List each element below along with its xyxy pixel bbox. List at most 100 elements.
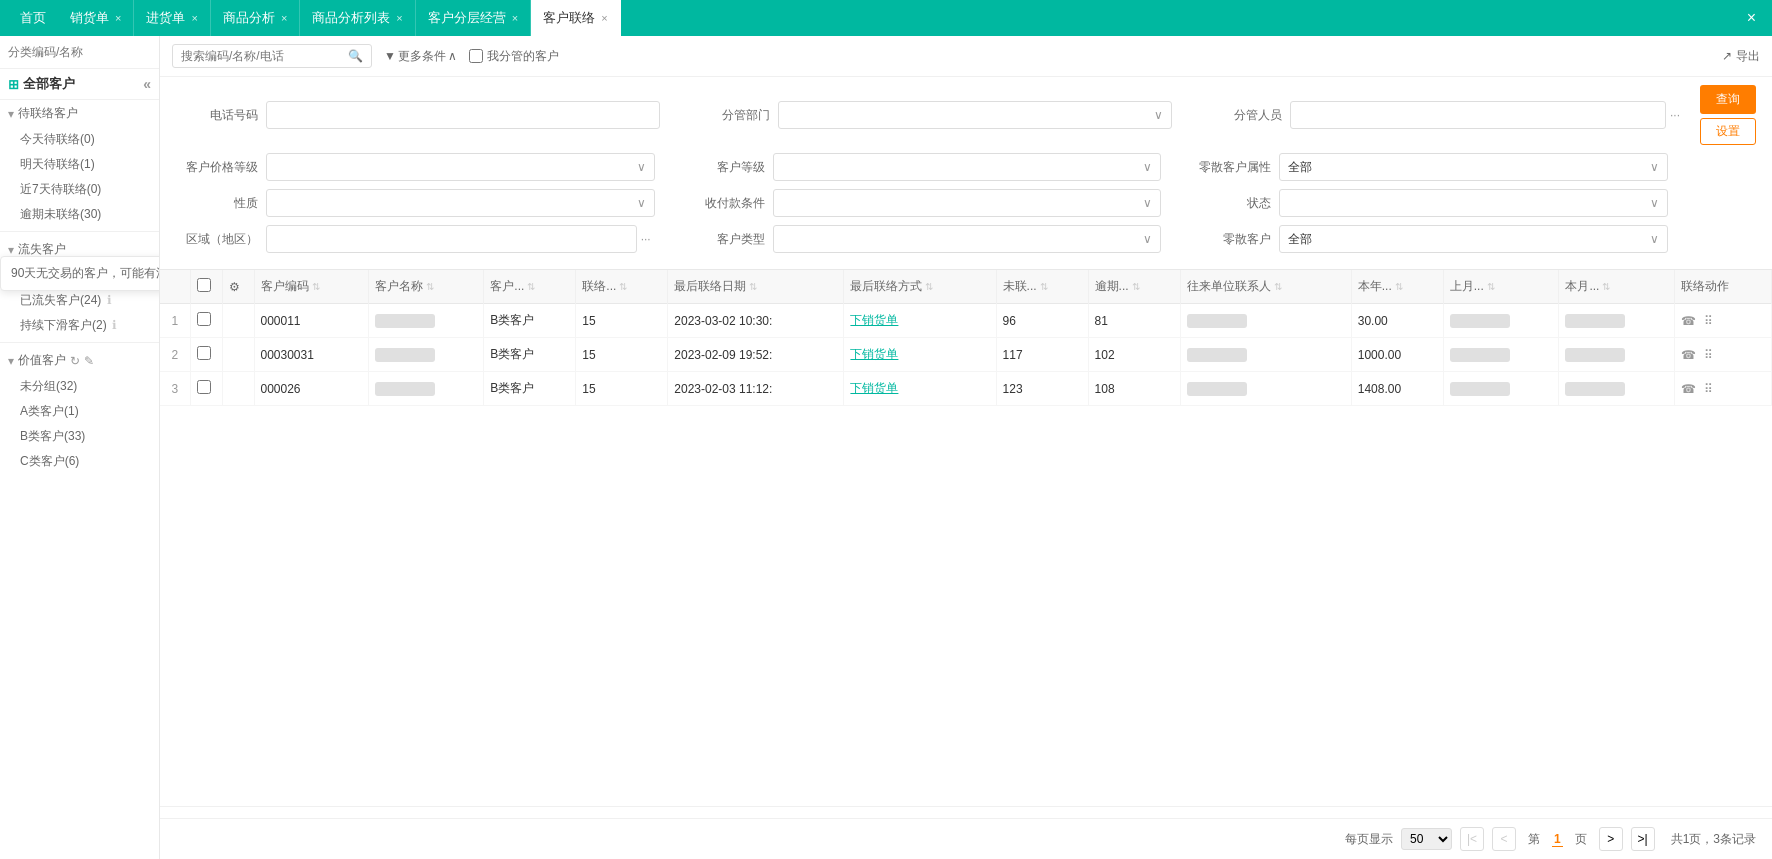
next-page-btn[interactable]: > <box>1599 827 1623 851</box>
sidebar-all-customers[interactable]: ⊞ 全部客户 « <box>0 69 159 100</box>
th-last-contact-date[interactable]: 最后联络日期 ⇅ <box>668 270 844 304</box>
th-unit-contact[interactable]: 往来单位联系人 ⇅ <box>1180 270 1351 304</box>
row-1-method[interactable]: 下销货单 <box>844 304 996 338</box>
th-current-year[interactable]: 本年... ⇅ <box>1351 270 1443 304</box>
row-1-lastmonth <box>1443 304 1559 338</box>
sidebar-search-input[interactable] <box>8 45 158 59</box>
close-customer-link[interactable]: × <box>601 12 607 24</box>
close-sales-order[interactable]: × <box>115 12 121 24</box>
sidebar-group-pending-contact[interactable]: ▾ 待联络客户 <box>0 100 159 127</box>
table-scroll-bar[interactable] <box>160 806 1772 818</box>
row-1-check[interactable] <box>190 304 222 338</box>
setting-button[interactable]: 设置 <box>1700 118 1756 145</box>
row-1-contact-icon[interactable]: ☎ <box>1681 314 1696 328</box>
close-customer-tier[interactable]: × <box>512 12 518 24</box>
row-2-method[interactable]: 下销货单 <box>844 338 996 372</box>
sidebar-item-declining[interactable]: 持续下滑客户(2) ℹ <box>0 313 159 338</box>
nav-tab-sales-order[interactable]: 销货单 × <box>58 0 134 36</box>
sort-icon-thismonth: ⇅ <box>1602 281 1610 292</box>
first-page-btn[interactable]: |< <box>1460 827 1484 851</box>
sidebar-item-overdue[interactable]: 逾期未联络(30) <box>0 202 159 227</box>
my-customers-toggle[interactable]: 我分管的客户 <box>469 48 559 65</box>
row-2-more-icon[interactable]: ⠿ <box>1704 348 1713 362</box>
row-2-num: 2 <box>160 338 190 372</box>
sidebar-item-tomorrow-pending[interactable]: 明天待联络(1) <box>0 152 159 177</box>
customer-level-select[interactable]: ∨ <box>773 153 1162 181</box>
close-product-analysis-list[interactable]: × <box>396 12 402 24</box>
row-3-contact-icon[interactable]: ☎ <box>1681 382 1696 396</box>
close-product-analysis[interactable]: × <box>281 12 287 24</box>
row-2-check[interactable] <box>190 338 222 372</box>
nav-tab-purchase-order[interactable]: 进货单 × <box>134 0 210 36</box>
prev-page-btn[interactable]: < <box>1492 827 1516 851</box>
payment-select[interactable]: ∨ <box>773 189 1162 217</box>
sidebar-item-class-c[interactable]: C类客户(6) <box>0 449 159 474</box>
select-all-checkbox[interactable] <box>197 278 211 292</box>
sidebar-item-class-a[interactable]: A类客户(1) <box>0 399 159 424</box>
sidebar-item-already-churned[interactable]: 已流失客户(24) ℹ <box>0 288 159 313</box>
status-select[interactable]: ∨ <box>1279 189 1668 217</box>
customer-type-select[interactable]: ∨ <box>773 225 1162 253</box>
sidebar-item-ungroup[interactable]: 未分组(32) <box>0 374 159 399</box>
nav-tab-product-analysis[interactable]: 商品分析 × <box>211 0 300 36</box>
th-overdue[interactable]: 逾期... ⇅ <box>1088 270 1180 304</box>
th-customer-type[interactable]: 客户... ⇅ <box>484 270 576 304</box>
query-button[interactable]: 查询 <box>1700 85 1756 114</box>
row-2-thismonth <box>1559 338 1675 372</box>
row-1-checkbox[interactable] <box>197 312 211 326</box>
th-this-month[interactable]: 本月... ⇅ <box>1559 270 1675 304</box>
region-dots-btn[interactable]: ··· <box>637 232 655 246</box>
th-last-month[interactable]: 上月... ⇅ <box>1443 270 1559 304</box>
arrow-down-icon: ▾ <box>8 107 14 121</box>
last-page-btn[interactable]: >| <box>1631 827 1655 851</box>
settings-icon[interactable]: ⚙ <box>229 280 240 294</box>
more-conditions-btn[interactable]: ▼ 更多条件 ∧ <box>384 48 457 65</box>
th-customer-name[interactable]: 客户名称 ⇅ <box>368 270 484 304</box>
sort-icon-notcontact: ⇅ <box>1040 281 1048 292</box>
retail-attr-select[interactable]: 全部 ∨ <box>1279 153 1668 181</box>
sidebar-item-7days-pending[interactable]: 近7天待联络(0) <box>0 177 159 202</box>
row-3-empty <box>222 372 254 406</box>
price-level-select[interactable]: ∨ <box>266 153 655 181</box>
sidebar-collapse-btn[interactable]: « <box>143 76 151 92</box>
region-select[interactable] <box>266 225 637 253</box>
th-customer-code[interactable]: 客户编码 ⇅ <box>254 270 368 304</box>
manager-select[interactable] <box>1290 101 1666 129</box>
th-settings[interactable]: ⚙ <box>222 270 254 304</box>
row-2-checkbox[interactable] <box>197 346 211 360</box>
refresh-icon[interactable]: ↻ <box>70 354 80 368</box>
row-3-checkbox[interactable] <box>197 380 211 394</box>
manager-dots-btn[interactable]: ··· <box>1666 108 1684 122</box>
row-3-method[interactable]: 下销货单 <box>844 372 996 406</box>
my-customers-checkbox[interactable] <box>469 49 483 63</box>
close-app-button[interactable]: × <box>1739 9 1764 27</box>
row-3-check[interactable] <box>190 372 222 406</box>
sidebar-item-today-pending[interactable]: 今天待联络(0) <box>0 127 159 152</box>
row-1-type: B类客户 <box>484 304 576 338</box>
row-1-more-icon[interactable]: ⠿ <box>1704 314 1713 328</box>
dept-select[interactable]: ∨ <box>778 101 1172 129</box>
row-3-more-icon[interactable]: ⠿ <box>1704 382 1713 396</box>
main-search-icon[interactable]: 🔍 <box>348 49 363 63</box>
row-2-contact-icon[interactable]: ☎ <box>1681 348 1696 362</box>
row-3-year: 1408.00 <box>1351 372 1443 406</box>
sidebar-group-lost[interactable]: ▾ 流失客户 90天无交易的客户，可能有流失风险。 <box>0 236 159 263</box>
edit-icon[interactable]: ✎ <box>84 354 94 368</box>
page-size-label: 每页显示 <box>1345 831 1393 848</box>
th-contact[interactable]: 联络... ⇅ <box>576 270 668 304</box>
nav-tab-home[interactable]: 首页 <box>8 0 58 36</box>
sidebar-item-class-b[interactable]: B类客户(33) <box>0 424 159 449</box>
nav-tab-customer-link[interactable]: 客户联络 × <box>531 0 620 36</box>
th-not-contacted[interactable]: 未联... ⇅ <box>996 270 1088 304</box>
page-size-select[interactable]: 50 20 100 <box>1401 828 1452 850</box>
retail-customer-select[interactable]: 全部 ∨ <box>1279 225 1668 253</box>
nature-select[interactable]: ∨ <box>266 189 655 217</box>
th-last-contact-method[interactable]: 最后联络方式 ⇅ <box>844 270 996 304</box>
export-button[interactable]: ↗ 导出 <box>1722 48 1760 65</box>
phone-input[interactable] <box>266 101 660 129</box>
close-purchase-order[interactable]: × <box>191 12 197 24</box>
nav-tab-customer-tier[interactable]: 客户分层经营 × <box>416 0 531 36</box>
sidebar-group-valued[interactable]: ▾ 价值客户 ↻ ✎ <box>0 347 159 374</box>
nav-tab-product-analysis-list[interactable]: 商品分析列表 × <box>300 0 415 36</box>
main-search-input[interactable] <box>181 49 348 63</box>
